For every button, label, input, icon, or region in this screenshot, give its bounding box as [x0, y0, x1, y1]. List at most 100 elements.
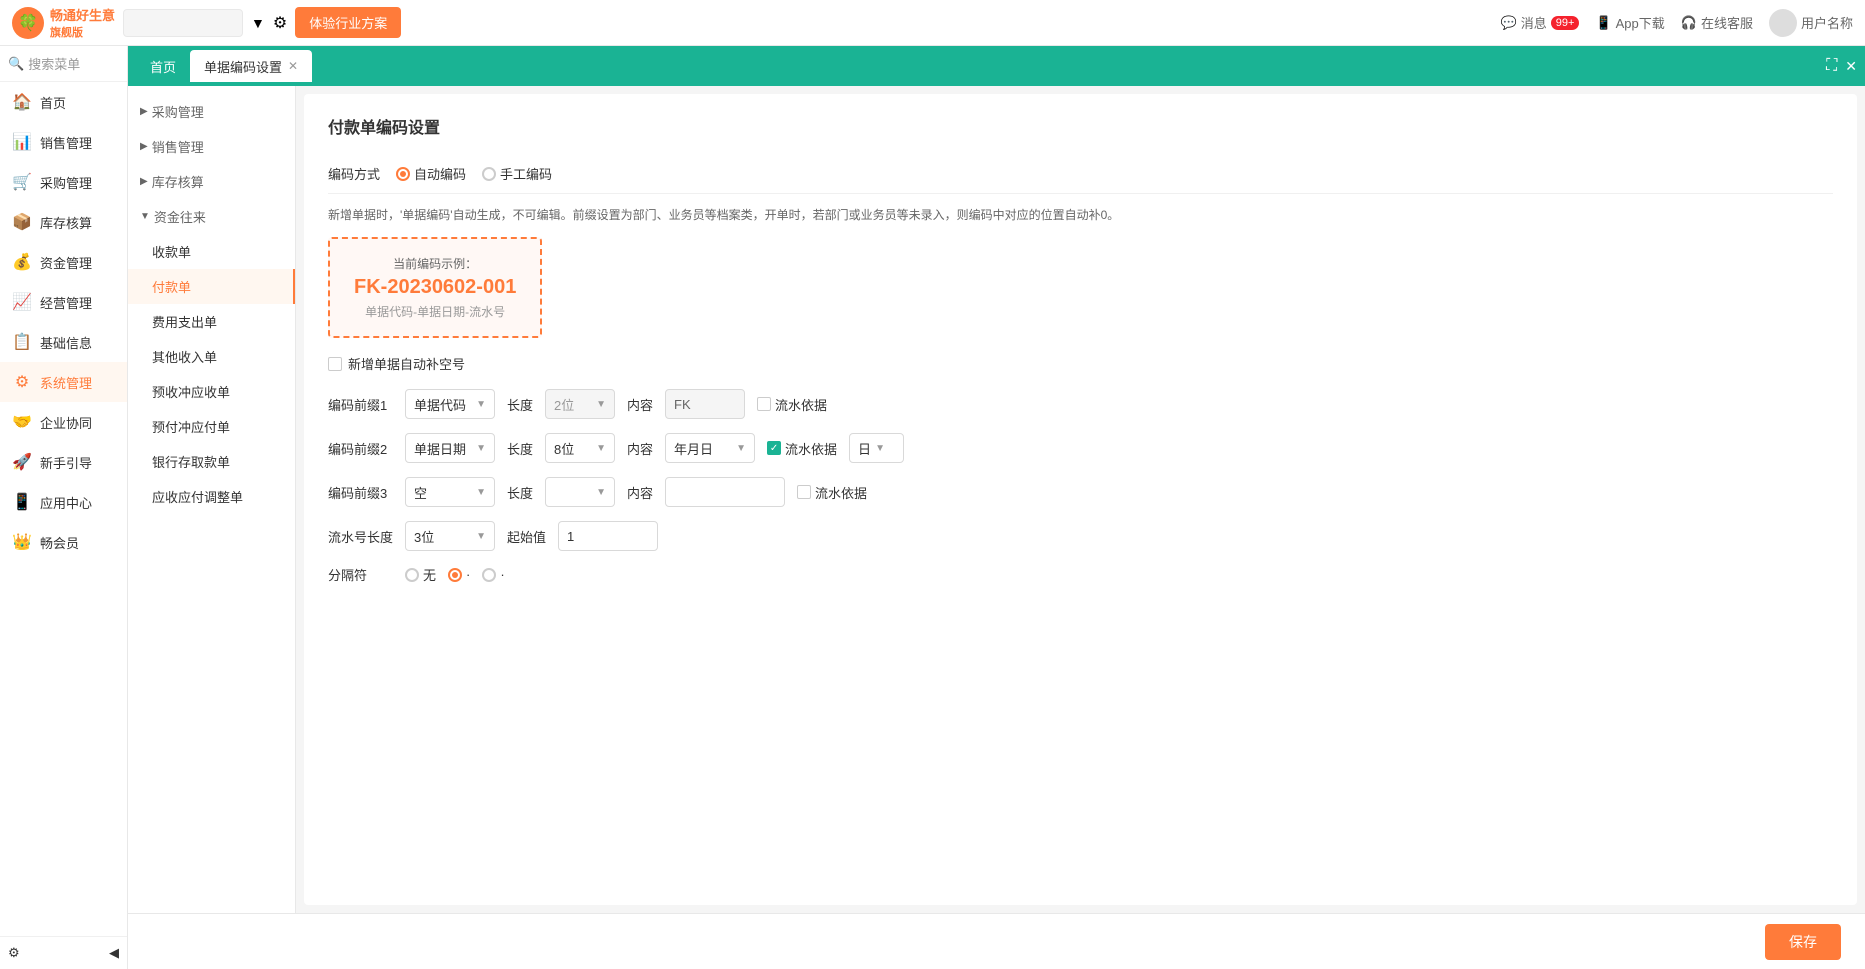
- prefix1-select[interactable]: 单据代码 ▼: [405, 389, 495, 419]
- code-preview-value: FK-20230602-001: [354, 276, 516, 299]
- serial-length-select[interactable]: 3位 ▼: [405, 521, 495, 551]
- auto-fill-label: 新增单据自动补空号: [348, 354, 465, 373]
- prefix2-label: 编码前缀2: [328, 439, 393, 458]
- length1-select[interactable]: 2位 ▼: [545, 389, 615, 419]
- length1-arrow: ▼: [596, 399, 606, 410]
- sidebar-item-inventory[interactable]: 📦 库存核算: [0, 202, 127, 242]
- industry-btn[interactable]: 体验行业方案: [295, 7, 401, 38]
- settings-btn[interactable]: ⚙: [273, 13, 287, 33]
- left-nav-group-title-inventory[interactable]: ▶ 库存核算: [128, 164, 295, 199]
- tab-bar: 首页 单据编码设置 ✕ ⛶ ✕: [128, 46, 1865, 86]
- sidebar-item-purchase[interactable]: 🛒 采购管理: [0, 162, 127, 202]
- sidebar-item-basic[interactable]: 📋 基础信息: [0, 322, 127, 362]
- content2-arrow: ▼: [736, 443, 746, 454]
- left-nav-item-prepay-offset[interactable]: 预收冲应收单: [128, 374, 295, 409]
- user-profile[interactable]: 用户名称: [1769, 9, 1853, 37]
- sidebar-item-operations[interactable]: 📈 经营管理: [0, 282, 127, 322]
- separator-dot1-radio[interactable]: ·: [448, 567, 470, 582]
- sep-dot1-dot: [452, 572, 458, 578]
- serial1-checkbox-row: 流水依据: [757, 395, 827, 414]
- content-area: ▶ 采购管理 ▶ 销售管理 ▶ 库存核算: [128, 86, 1865, 913]
- left-nav-group-title-capital[interactable]: ▼ 资金往来: [128, 199, 295, 234]
- content3-label: 内容: [627, 483, 653, 502]
- purchase-icon: 🛒: [12, 172, 32, 192]
- content2-select[interactable]: 年月日 ▼: [665, 433, 755, 463]
- auto-encode-radio[interactable]: 自动编码: [396, 164, 466, 183]
- left-nav-item-bank[interactable]: 银行存取款单: [128, 444, 295, 479]
- sidebar-item-system[interactable]: ⚙ 系统管理: [0, 362, 127, 402]
- manual-encode-radio-circle: [482, 167, 496, 181]
- left-nav-group-title-purchase[interactable]: ▶ 采购管理: [128, 94, 295, 129]
- app-download-item[interactable]: 📱 App下载: [1595, 13, 1664, 32]
- start-value-input[interactable]: 1: [558, 521, 658, 551]
- prefix3-select[interactable]: 空 ▼: [405, 477, 495, 507]
- system-icon: ⚙: [12, 372, 32, 392]
- serial3-checkbox[interactable]: [797, 485, 811, 499]
- prefix2-arrow: ▼: [476, 443, 486, 454]
- sidebar-item-enterprise[interactable]: 🤝 企业协同: [0, 402, 127, 442]
- sidebar-collapse-icon[interactable]: ◀: [109, 945, 119, 961]
- left-nav-item-advance-offset[interactable]: 预付冲应付单: [128, 409, 295, 444]
- search-icon: 🔍: [8, 56, 24, 72]
- logo-area: 🍀 畅通好生意 旗舰版: [12, 5, 115, 40]
- length2-select[interactable]: 8位 ▼: [545, 433, 615, 463]
- tab-encode-settings[interactable]: 单据编码设置 ✕: [190, 50, 312, 82]
- left-nav-item-other-income[interactable]: 其他收入单: [128, 339, 295, 374]
- code-preview: 当前编码示例： FK-20230602-001 单据代码-单据日期-流水号: [328, 237, 542, 338]
- tab-close-icon[interactable]: ✕: [288, 59, 298, 73]
- left-nav-group-title-sales[interactable]: ▶ 销售管理: [128, 129, 295, 164]
- manual-encode-radio[interactable]: 手工编码: [482, 164, 552, 183]
- message-item[interactable]: 💬 消息 99+: [1501, 13, 1580, 32]
- length3-label: 长度: [507, 483, 533, 502]
- day-select[interactable]: 日 ▼: [849, 433, 904, 463]
- service-icon: 🎧: [1681, 15, 1697, 31]
- tab-expand-btn[interactable]: ⛶: [1826, 57, 1837, 75]
- left-nav-group-inventory: ▶ 库存核算: [128, 164, 295, 199]
- sidebar-item-membership[interactable]: 👑 畅会员: [0, 522, 127, 562]
- dropdown-btn[interactable]: ▼: [251, 15, 265, 31]
- tab-home[interactable]: 首页: [136, 50, 190, 82]
- serial-row: 流水号长度 3位 ▼ 起始值 1: [328, 521, 1833, 551]
- length3-select[interactable]: ▼: [545, 477, 615, 507]
- code-preview-label: 当前编码示例：: [354, 255, 516, 272]
- company-selector[interactable]: [123, 9, 243, 37]
- encoding-method-label: 编码方式: [328, 164, 380, 183]
- left-nav-item-receipt[interactable]: 收款单: [128, 234, 295, 269]
- logo-icon: 🍀: [12, 7, 44, 39]
- message-badge: 99+: [1551, 16, 1580, 30]
- separator-none-radio[interactable]: 无: [405, 565, 436, 584]
- auto-fill-row: 新增单据自动补空号: [328, 354, 1833, 373]
- tab-close-all-btn[interactable]: ✕: [1845, 58, 1857, 75]
- serial1-checkbox[interactable]: [757, 397, 771, 411]
- left-nav: ▶ 采购管理 ▶ 销售管理 ▶ 库存核算: [128, 86, 296, 913]
- left-nav-item-expense[interactable]: 费用支出单: [128, 304, 295, 339]
- encoding-method-row: 编码方式 自动编码 手工编码: [328, 154, 1833, 194]
- message-icon: 💬: [1501, 15, 1517, 31]
- chevron-right-icon: ▶: [140, 106, 148, 117]
- start-value-label: 起始值: [507, 527, 546, 546]
- serial2-checkbox-row: ✓ 流水依据: [767, 439, 837, 458]
- sidebar-item-home[interactable]: 🏠 首页: [0, 82, 127, 122]
- sidebar-item-guide[interactable]: 🚀 新手引导: [0, 442, 127, 482]
- page-title: 付款单编码设置: [328, 114, 1833, 138]
- sidebar-item-apps[interactable]: 📱 应用中心: [0, 482, 127, 522]
- separator-dot2-radio[interactable]: ·: [482, 567, 504, 582]
- length2-label: 长度: [507, 439, 533, 458]
- main-panel: 付款单编码设置 编码方式 自动编码 手工编码: [304, 94, 1857, 905]
- serial2-checkbox[interactable]: ✓: [767, 441, 781, 455]
- form-row-3: 编码前缀3 空 ▼ 长度 ▼ 内容: [328, 477, 1833, 507]
- home-icon: 🏠: [12, 92, 32, 112]
- sidebar-nav: 🏠 首页 📊 销售管理 🛒 采购管理 📦 库存核算 💰 资金管理 📈 经: [0, 82, 127, 936]
- service-item[interactable]: 🎧 在线客服: [1681, 13, 1753, 32]
- save-button[interactable]: 保存: [1765, 924, 1841, 960]
- auto-fill-checkbox[interactable]: [328, 357, 342, 371]
- content3-input[interactable]: [665, 477, 785, 507]
- serial-length-arrow: ▼: [476, 531, 486, 542]
- left-nav-item-payment[interactable]: 付款单: [128, 269, 295, 304]
- sidebar-settings-icon[interactable]: ⚙: [8, 945, 20, 961]
- sidebar-item-finance[interactable]: 💰 资金管理: [0, 242, 127, 282]
- left-nav-item-adjustment[interactable]: 应收应付调整单: [128, 479, 295, 514]
- sidebar-search[interactable]: 🔍 搜索菜单: [0, 46, 127, 82]
- prefix2-select[interactable]: 单据日期 ▼: [405, 433, 495, 463]
- sidebar-item-sales[interactable]: 📊 销售管理: [0, 122, 127, 162]
